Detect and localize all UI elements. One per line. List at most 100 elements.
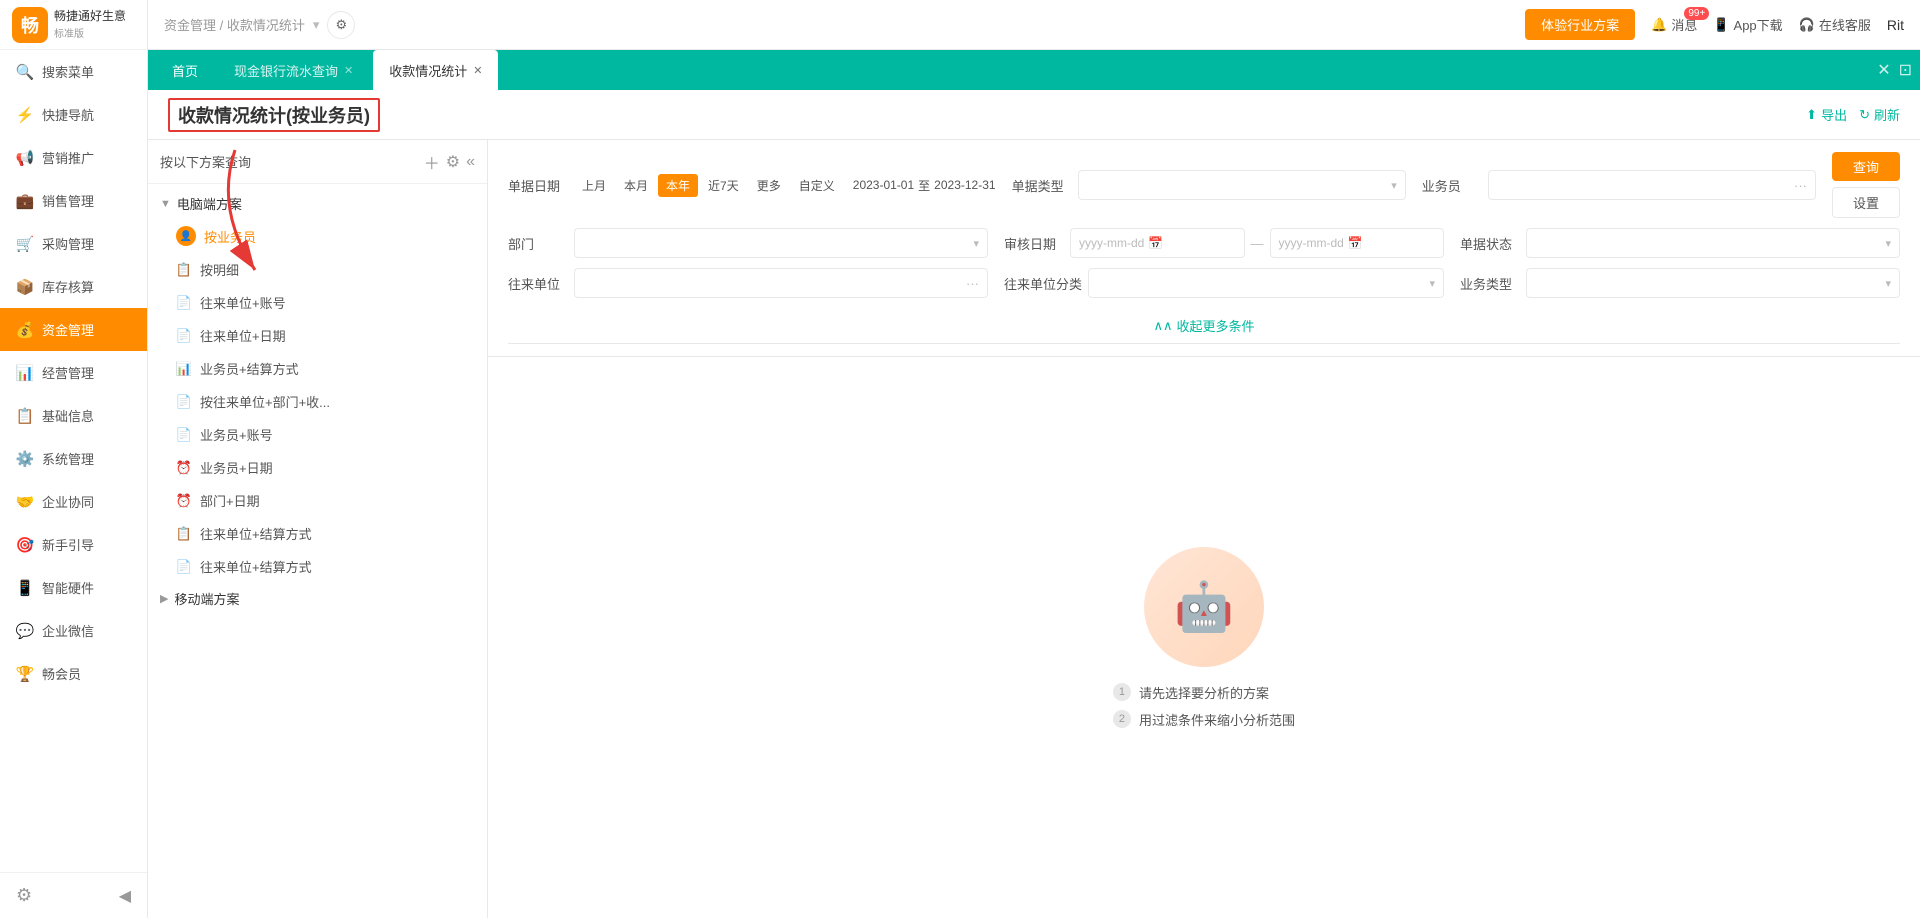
export-btn[interactable]: ⬆ 导出 [1806,105,1847,124]
scheme-item-cp-settlement2[interactable]: 📄 往来单位+结算方式 [148,550,487,583]
scheme-item-counterparty-account[interactable]: 📄 往来单位+账号 [148,286,487,319]
purchase-icon: 🛒 [16,235,34,253]
doc-type-select[interactable]: ▾ [1078,170,1406,200]
chevron-up-icon: ∧∧ [1153,318,1172,334]
user-avatar[interactable]: Rit [1887,17,1904,33]
sidebar-settings-btn[interactable]: ⚙ [16,885,32,906]
quick-nav-icon: ⚡ [16,106,34,124]
date-range: 2023-01-01 至 2023-12-31 [853,177,996,194]
export-icon: ⬆ [1806,107,1817,123]
online-service-btn[interactable]: 🎧 在线客服 [1799,15,1871,34]
salesperson-select[interactable]: ··· [1488,170,1816,200]
tab-receipt-stats[interactable]: 收款情况统计 ✕ [373,50,498,90]
salesperson-dots[interactable]: ··· [1794,178,1807,193]
doc-icon-4: 📄 [176,427,192,443]
scheme-item-counterparty-dept-collect[interactable]: 📄 按往来单位+部门+收... [148,385,487,418]
sidebar-item-member[interactable]: 🏆 畅会员 [0,652,147,695]
tab-restore-btn[interactable]: ⊡ [1899,60,1912,80]
date-tab-7days[interactable]: 近7天 [700,174,747,197]
sidebar-item-basic[interactable]: 📋 基础信息 [0,394,147,437]
date-tab-custom[interactable]: 自定义 [791,174,843,197]
counterparty-select[interactable]: ··· [574,268,988,298]
scheme-section: ▼ 电脑端方案 👤 按业务员 📋 按明细 [148,184,487,618]
refresh-btn[interactable]: ↻ 刷新 [1859,105,1900,124]
collapse-bar[interactable]: ∧∧ 收起更多条件 [508,308,1900,344]
date-tab-more[interactable]: 更多 [749,174,789,197]
scheme-item-dept-date[interactable]: ⏰ 部门+日期 [148,484,487,517]
filter-settings-btn[interactable]: 设置 [1832,187,1900,218]
sidebar-item-enterprise[interactable]: 🤝 企业协同 [0,480,147,523]
mobile-group-label: 移动端方案 [174,589,239,608]
panel-collapse-btn[interactable]: « [466,153,475,171]
messages-btn[interactable]: 🔔 消息 99+ [1651,15,1697,34]
topbar-gear-btn[interactable]: ⚙ [327,11,355,39]
filter-date-item: 单据日期 上月 本月 本年 近7天 更多 自定义 2023-01-01 至 20 [508,174,996,197]
tab-home[interactable]: 首页 [156,50,214,90]
sidebar-item-marketing[interactable]: 📢 营销推广 [0,136,147,179]
empty-tip-1: 1 请先选择要分析的方案 [1113,683,1295,702]
scheme-item-salesperson-acct[interactable]: 📄 业务员+账号 [148,418,487,451]
desktop-arrow-icon: ▼ [160,198,171,210]
filter-counterparty-item: 往来单位 ··· [508,268,988,298]
panel-add-btn[interactable]: ＋ [424,150,440,174]
type-label: 单据类型 [1012,176,1072,195]
sidebar-item-inventory[interactable]: 📦 库存核算 [0,265,147,308]
panel-settings-btn[interactable]: ⚙ [446,152,460,172]
date-tab-this-year[interactable]: 本年 [658,174,698,197]
sidebar-item-purchase[interactable]: 🛒 采购管理 [0,222,147,265]
sidebar-label-purchase: 采购管理 [42,234,94,253]
sidebar-collapse-btn[interactable]: ◀ [119,886,131,906]
scheme-item-by-detail[interactable]: 📋 按明细 [148,253,487,286]
tab-close-all-btn[interactable]: ✕ [1877,60,1890,80]
audit-start-placeholder: yyyy-mm-dd [1079,236,1144,250]
sidebar-item-sales[interactable]: 💼 销售管理 [0,179,147,222]
sidebar-item-system[interactable]: ⚙️ 系统管理 [0,437,147,480]
dept-select[interactable]: ▾ [574,228,988,258]
cp-class-chevron-icon: ▾ [1429,277,1435,290]
scheme-item-counterparty-date[interactable]: 📄 往来单位+日期 [148,319,487,352]
audit-date-start-input[interactable]: yyyy-mm-dd 📅 [1070,228,1245,258]
calendar-icon-2[interactable]: 📅 [1348,236,1363,250]
sidebar-item-quick-nav[interactable]: ⚡ 快捷导航 [0,93,147,136]
app-download-btn[interactable]: 📱 App下载 [1713,15,1782,34]
date-tab-this-month[interactable]: 本月 [616,174,656,197]
sidebar-item-guide[interactable]: 🎯 新手引导 [0,523,147,566]
tab-bank-flow-close[interactable]: ✕ [344,64,353,77]
scheme-item-salesperson-settlement[interactable]: 📊 业务员+结算方式 [148,352,487,385]
active-dot: 👤 [176,226,196,246]
sidebar-item-finance[interactable]: 💰 资金管理 [0,308,147,351]
sidebar-item-wechat[interactable]: 💬 企业微信 [0,609,147,652]
cp-class-select[interactable]: ▾ [1088,268,1444,298]
tab-receipt-stats-label: 收款情况统计 [389,61,467,80]
sidebar-item-hardware[interactable]: 📱 智能硬件 [0,566,147,609]
dept-chevron-icon: ▾ [973,237,979,250]
tab-receipt-stats-close[interactable]: ✕ [473,64,482,77]
audit-date-end-input[interactable]: yyyy-mm-dd 📅 [1270,228,1445,258]
scheme-item-by-salesperson[interactable]: 👤 按业务员 [148,219,487,253]
cp-class-label: 往来单位分类 [1004,274,1082,293]
sidebar-item-operation[interactable]: 📊 经营管理 [0,351,147,394]
trial-btn[interactable]: 体验行业方案 [1525,9,1635,40]
scheme-item-cp-settlement1[interactable]: 📋 往来单位+结算方式 [148,517,487,550]
desktop-group-header[interactable]: ▼ 电脑端方案 [148,188,487,219]
scheme-item-dd-label: 部门+日期 [200,491,260,510]
tab-bank-flow[interactable]: 现金银行流水查询 ✕ [218,50,369,90]
mobile-group-header[interactable]: ▶ 移动端方案 [148,583,487,614]
clock-icon-2: ⏰ [176,493,192,509]
scheme-item-salesperson-date[interactable]: ⏰ 业务员+日期 [148,451,487,484]
biz-type-label: 业务类型 [1460,274,1520,293]
counterparty-dots[interactable]: ··· [966,276,979,291]
mobile-group: ▶ 移动端方案 [148,583,487,614]
date-tab-last-month[interactable]: 上月 [574,174,614,197]
biz-type-select[interactable]: ▾ [1526,268,1900,298]
app-download-label: App下载 [1734,15,1783,34]
filter-salesperson-item: 业务员 ··· [1422,170,1816,200]
logo-badge: 标准版 [54,25,126,40]
sidebar-item-search[interactable]: 🔍 搜索菜单 [0,50,147,93]
sales-icon: 💼 [16,192,34,210]
query-btn[interactable]: 查询 [1832,152,1900,181]
doc-status-select[interactable]: ▾ [1526,228,1900,258]
operation-icon: 📊 [16,364,34,382]
calendar-icon-1[interactable]: 📅 [1148,236,1163,250]
sidebar-label-quick-nav: 快捷导航 [42,105,94,124]
